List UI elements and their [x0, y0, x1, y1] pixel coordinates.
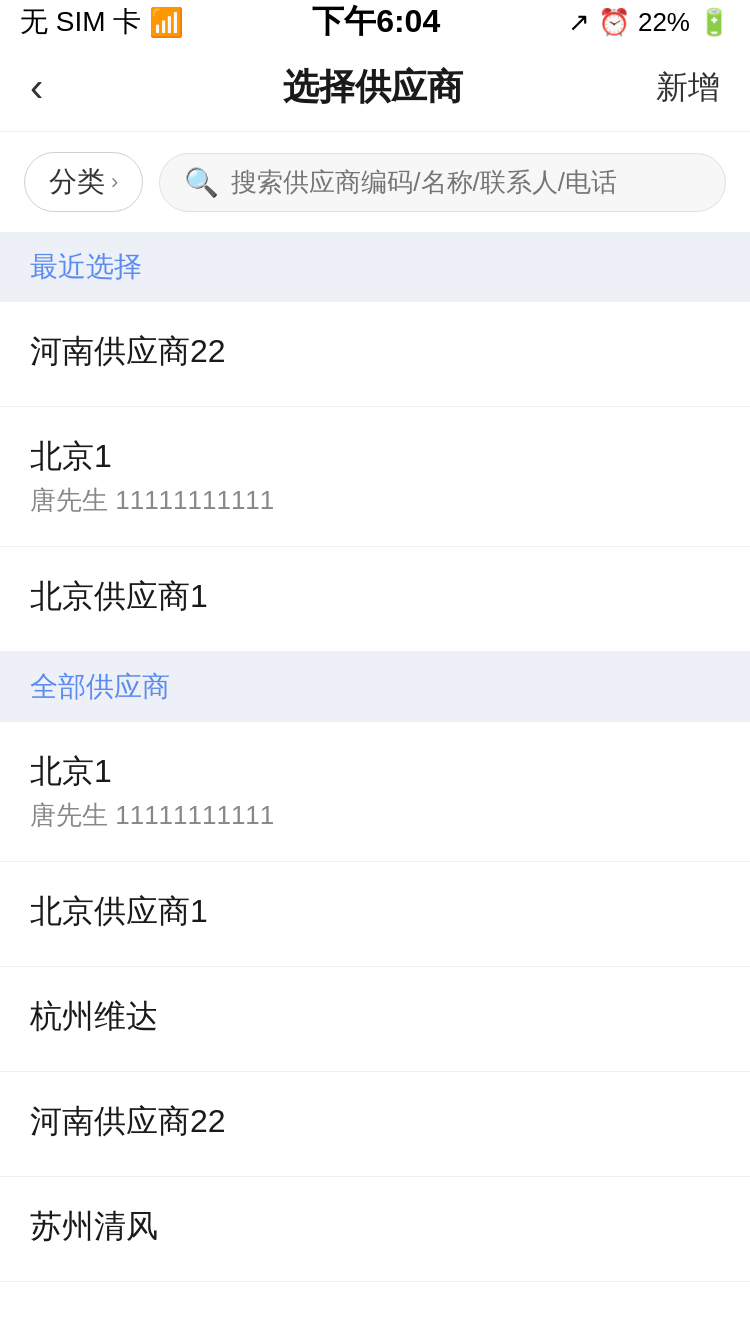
- search-icon: 🔍: [184, 166, 219, 199]
- search-box: 🔍: [159, 153, 726, 212]
- supplier-list: 最近选择河南供应商22 北京1 唐先生 11111111111 北京供应商1 全部供应商…: [0, 232, 750, 1282]
- section-header-0: 最近选择: [0, 232, 750, 302]
- list-item[interactable]: 河南供应商22: [0, 1072, 750, 1177]
- status-left: 无 SIM 卡 📶: [20, 3, 184, 41]
- list-item[interactable]: 北京1 唐先生 11111111111: [0, 722, 750, 862]
- status-bar: 无 SIM 卡 📶 下午6:04 ↗ ⏰ 22% 🔋: [0, 0, 750, 44]
- list-item[interactable]: 北京1 唐先生 11111111111: [0, 407, 750, 547]
- sim-status: 无 SIM 卡: [20, 3, 141, 41]
- location-icon: ↗: [568, 7, 590, 38]
- item-name: 北京1: [30, 750, 720, 794]
- section-header-text-0: 最近选择: [30, 251, 142, 282]
- list-item[interactable]: 北京供应商1: [0, 862, 750, 967]
- item-name: 河南供应商22: [30, 330, 720, 374]
- nav-bar: ‹ 选择供应商 新增: [0, 44, 750, 132]
- filter-bar: 分类 › 🔍: [0, 132, 750, 232]
- list-item[interactable]: 杭州维达: [0, 967, 750, 1072]
- back-button[interactable]: ‹: [30, 65, 90, 110]
- item-name: 北京供应商1: [30, 890, 720, 934]
- search-input[interactable]: [231, 167, 701, 198]
- section-header-1: 全部供应商: [0, 652, 750, 722]
- item-detail: 唐先生 11111111111: [30, 798, 720, 833]
- item-detail: 唐先生 11111111111: [30, 483, 720, 518]
- wifi-icon: 📶: [149, 6, 184, 39]
- item-name: 北京1: [30, 435, 720, 479]
- list-item[interactable]: 苏州清风: [0, 1177, 750, 1282]
- page-title: 选择供应商: [283, 63, 463, 112]
- section-header-text-1: 全部供应商: [30, 671, 170, 702]
- item-name: 北京供应商1: [30, 575, 720, 619]
- alarm-icon: ⏰: [598, 7, 630, 38]
- list-item[interactable]: 北京供应商1: [0, 547, 750, 652]
- battery-icon: 🔋: [698, 7, 730, 38]
- item-name: 苏州清风: [30, 1205, 720, 1249]
- category-filter-button[interactable]: 分类 ›: [24, 152, 143, 212]
- battery-percent: 22%: [638, 7, 690, 38]
- item-name: 杭州维达: [30, 995, 720, 1039]
- list-item[interactable]: 河南供应商22: [0, 302, 750, 407]
- add-button[interactable]: 新增: [656, 66, 720, 110]
- status-right: ↗ ⏰ 22% 🔋: [568, 7, 730, 38]
- status-time: 下午6:04: [312, 0, 440, 44]
- category-label: 分类: [49, 163, 105, 201]
- chevron-right-icon: ›: [111, 169, 118, 195]
- item-name: 河南供应商22: [30, 1100, 720, 1144]
